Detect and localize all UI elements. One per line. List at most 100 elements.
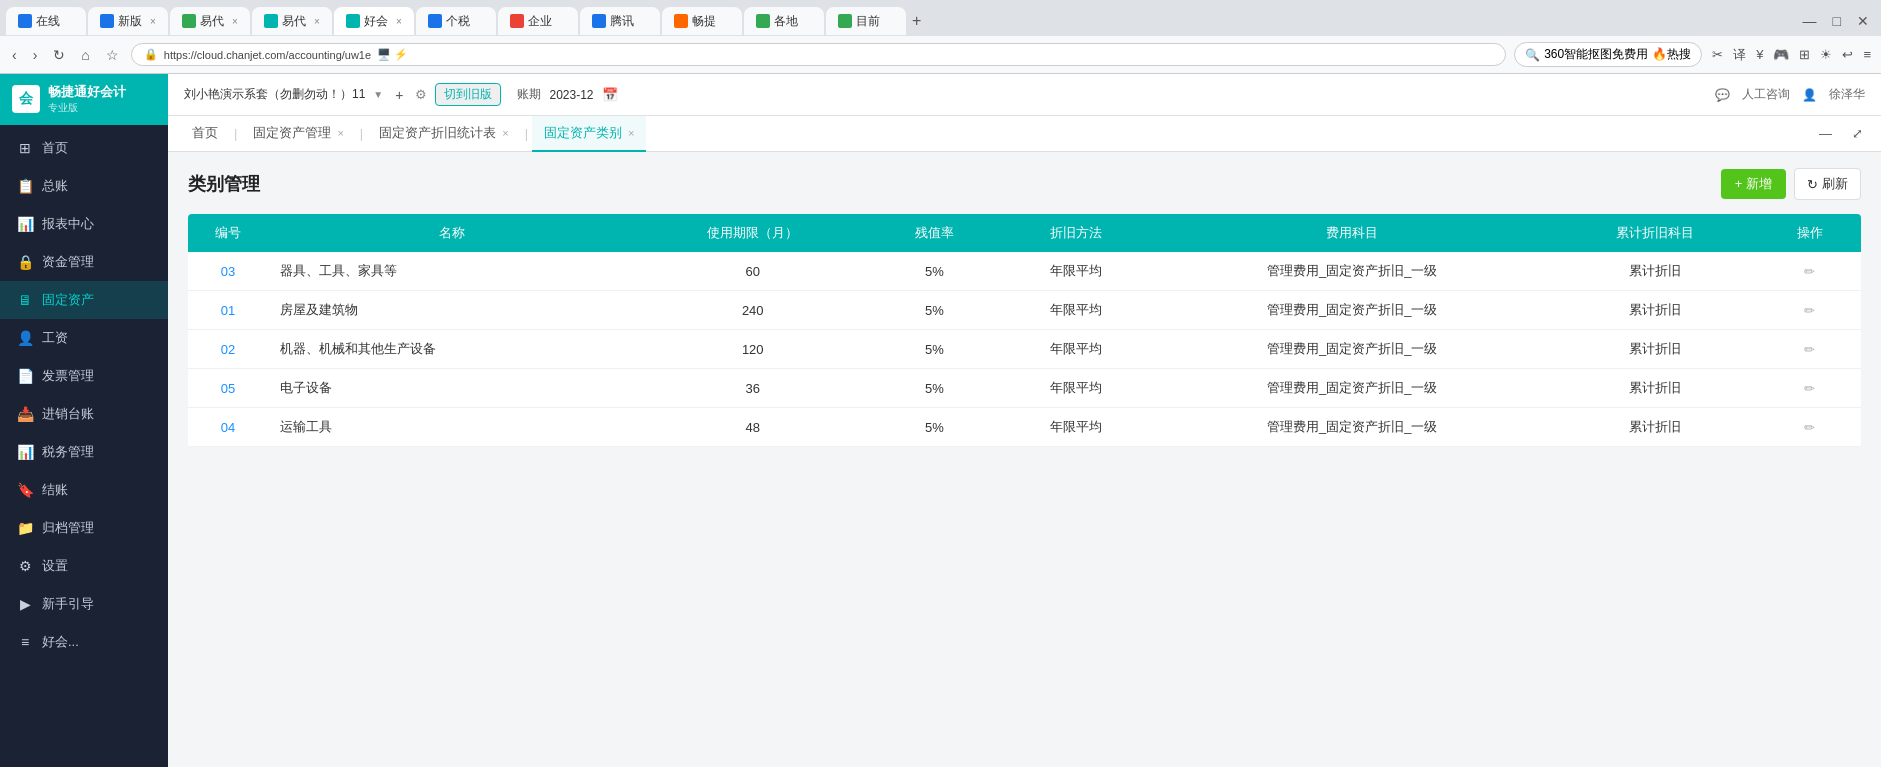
cell-expense-2: 管理费用_固定资产折旧_一级 (1154, 330, 1551, 369)
user-dropdown-arrow[interactable]: ▼ (373, 89, 383, 100)
sidebar-item-capital[interactable]: 🔒 资金管理 (0, 243, 168, 281)
currency-icon[interactable]: ¥ (1754, 45, 1765, 64)
close-button[interactable]: ✕ (1851, 11, 1875, 31)
sidebar-item-settings[interactable]: ⚙ 设置 (0, 547, 168, 585)
tab-close-haohui[interactable]: × (396, 16, 402, 27)
page-tab-category[interactable]: 固定资产类别 × (532, 116, 646, 152)
scissors-icon[interactable]: ✂ (1710, 45, 1725, 64)
page-title-bar: 类别管理 + 新增 ↻ 刷新 (188, 168, 1861, 200)
sidebar-item-report[interactable]: 📊 报表中心 (0, 205, 168, 243)
browser-tab-tencent[interactable]: 腾讯 (580, 7, 660, 35)
browser-tab-yidai2[interactable]: 易代 × (252, 7, 332, 35)
cell-period-2: 120 (635, 330, 870, 369)
cell-action-1[interactable]: ✏ (1759, 291, 1861, 330)
tab-expand-button[interactable]: ⤢ (1846, 124, 1869, 143)
browser-tab-enterprise[interactable]: 企业 (498, 7, 578, 35)
edit-icon-1[interactable]: ✏ (1804, 303, 1815, 318)
sidebar-label-guide: 新手引导 (42, 595, 94, 613)
browser-tab-online[interactable]: 在线 (6, 7, 86, 35)
menu-icon[interactable]: ≡ (1861, 45, 1873, 64)
address-bar[interactable]: 🔒 https://cloud.chanjet.com/accounting/u… (131, 43, 1506, 66)
header-settings-icon[interactable]: ⚙ (415, 87, 427, 102)
header-right: 💬 人工咨询 👤 徐泽华 (1715, 86, 1865, 103)
cell-period-4: 48 (635, 408, 870, 447)
tab-label-tencent: 腾讯 (610, 13, 634, 30)
edit-icon-4[interactable]: ✏ (1804, 420, 1815, 435)
translate-icon[interactable]: 译 (1731, 44, 1748, 66)
cell-accumulated-2: 累计折旧 (1551, 330, 1759, 369)
table-header-row: 编号 名称 使用期限（月） 残值率 折旧方法 费用科目 累计折旧科目 操作 (188, 214, 1861, 252)
brightness-icon[interactable]: ☀ (1818, 45, 1834, 64)
tab-close-yidai2[interactable]: × (314, 16, 320, 27)
sidebar-item-archive[interactable]: 📁 归档管理 (0, 509, 168, 547)
home-button[interactable]: ⌂ (77, 45, 93, 65)
page-tab-home[interactable]: 首页 (180, 116, 230, 152)
sidebar-item-ledger[interactable]: 📋 总账 (0, 167, 168, 205)
browser-tab-haohui[interactable]: 好会 × (334, 7, 414, 35)
search-box[interactable]: 🔍 360智能抠图免费用 🔥热搜 (1514, 42, 1702, 67)
sidebar-item-salary[interactable]: 👤 工资 (0, 319, 168, 357)
browser-tab-new[interactable]: 新版 × (88, 7, 168, 35)
undo-icon[interactable]: ↩ (1840, 45, 1855, 64)
page-tab-depreciation-table-label: 固定资产折旧统计表 (379, 124, 496, 142)
cell-action-0[interactable]: ✏ (1759, 252, 1861, 291)
tab-close-yidai1[interactable]: × (232, 16, 238, 27)
consult-label[interactable]: 人工咨询 (1742, 86, 1790, 103)
game-icon[interactable]: 🎮 (1771, 45, 1791, 64)
tab-close-fixed-management[interactable]: × (337, 127, 343, 139)
page-tabs-bar: 首页 | 固定资产管理 × | 固定资产折旧统计表 × | 固定资产类别 × —… (168, 116, 1881, 152)
page-title: 类别管理 (188, 172, 260, 196)
cell-action-3[interactable]: ✏ (1759, 369, 1861, 408)
browser-tab-gedi[interactable]: 各地 (744, 7, 824, 35)
guide-icon: ▶ (16, 596, 34, 612)
sidebar-label-report: 报表中心 (42, 215, 94, 233)
reload-button[interactable]: ↻ (49, 45, 69, 65)
browser-tab-changtie[interactable]: 畅提 (662, 7, 742, 35)
sidebar-item-inventory[interactable]: 📥 进销台账 (0, 395, 168, 433)
sidebar-item-tax[interactable]: 📊 税务管理 (0, 433, 168, 471)
cell-code-1[interactable]: 01 (188, 291, 268, 330)
minimize-button[interactable]: — (1797, 11, 1823, 31)
switch-old-version-button[interactable]: 切到旧版 (435, 83, 501, 106)
new-tab-button[interactable]: + (908, 12, 925, 30)
tab-close-new[interactable]: × (150, 16, 156, 27)
edit-icon-3[interactable]: ✏ (1804, 381, 1815, 396)
browser-tab-yidai1[interactable]: 易代 × (170, 7, 250, 35)
calendar-icon[interactable]: 📅 (602, 87, 618, 102)
bookmark-button[interactable]: ☆ (102, 45, 123, 65)
cell-code-3[interactable]: 05 (188, 369, 268, 408)
back-button[interactable]: ‹ (8, 45, 21, 65)
add-button[interactable]: + 新增 (1721, 169, 1786, 199)
maximize-button[interactable]: □ (1827, 11, 1847, 31)
tab-collapse-button[interactable]: — (1813, 124, 1838, 143)
edit-icon-0[interactable]: ✏ (1804, 264, 1815, 279)
tab-close-depreciation-table[interactable]: × (502, 127, 508, 139)
browser-tab-muqian[interactable]: 目前 (826, 7, 906, 35)
sidebar-item-invoice[interactable]: 📄 发票管理 (0, 357, 168, 395)
browser-tab-tax[interactable]: 个税 (416, 7, 496, 35)
sidebar-item-fixed[interactable]: 🖥 固定资产 (0, 281, 168, 319)
sidebar-item-guide[interactable]: ▶ 新手引导 (0, 585, 168, 623)
add-account-button[interactable]: + (391, 87, 407, 103)
sidebar-item-checkout[interactable]: 🔖 结账 (0, 471, 168, 509)
cell-action-4[interactable]: ✏ (1759, 408, 1861, 447)
th-period: 使用期限（月） (635, 214, 870, 252)
cell-code-0[interactable]: 03 (188, 252, 268, 291)
tab-close-category[interactable]: × (628, 127, 634, 139)
search-icon: 🔍 (1525, 48, 1540, 62)
table-row: 04 运输工具 48 5% 年限平均 管理费用_固定资产折旧_一级 累计折旧 ✏ (188, 408, 1861, 447)
grid-icon[interactable]: ⊞ (1797, 45, 1812, 64)
cell-name-0: 器具、工具、家具等 (268, 252, 635, 291)
page-tab-depreciation-table[interactable]: 固定资产折旧统计表 × (367, 116, 520, 152)
sidebar-item-home[interactable]: ⊞ 首页 (0, 129, 168, 167)
cell-code-4[interactable]: 04 (188, 408, 268, 447)
tab-label-changtie: 畅提 (692, 13, 716, 30)
sidebar-item-more[interactable]: ≡ 好会... (0, 623, 168, 661)
cell-action-2[interactable]: ✏ (1759, 330, 1861, 369)
cell-code-2[interactable]: 02 (188, 330, 268, 369)
page-tab-fixed-management[interactable]: 固定资产管理 × (241, 116, 355, 152)
forward-button[interactable]: › (29, 45, 42, 65)
edit-icon-2[interactable]: ✏ (1804, 342, 1815, 357)
refresh-button[interactable]: ↻ 刷新 (1794, 168, 1861, 200)
browser-tab-bar: 在线 新版 × 易代 × 易代 × 好会 × 个税 企业 (0, 0, 1881, 36)
